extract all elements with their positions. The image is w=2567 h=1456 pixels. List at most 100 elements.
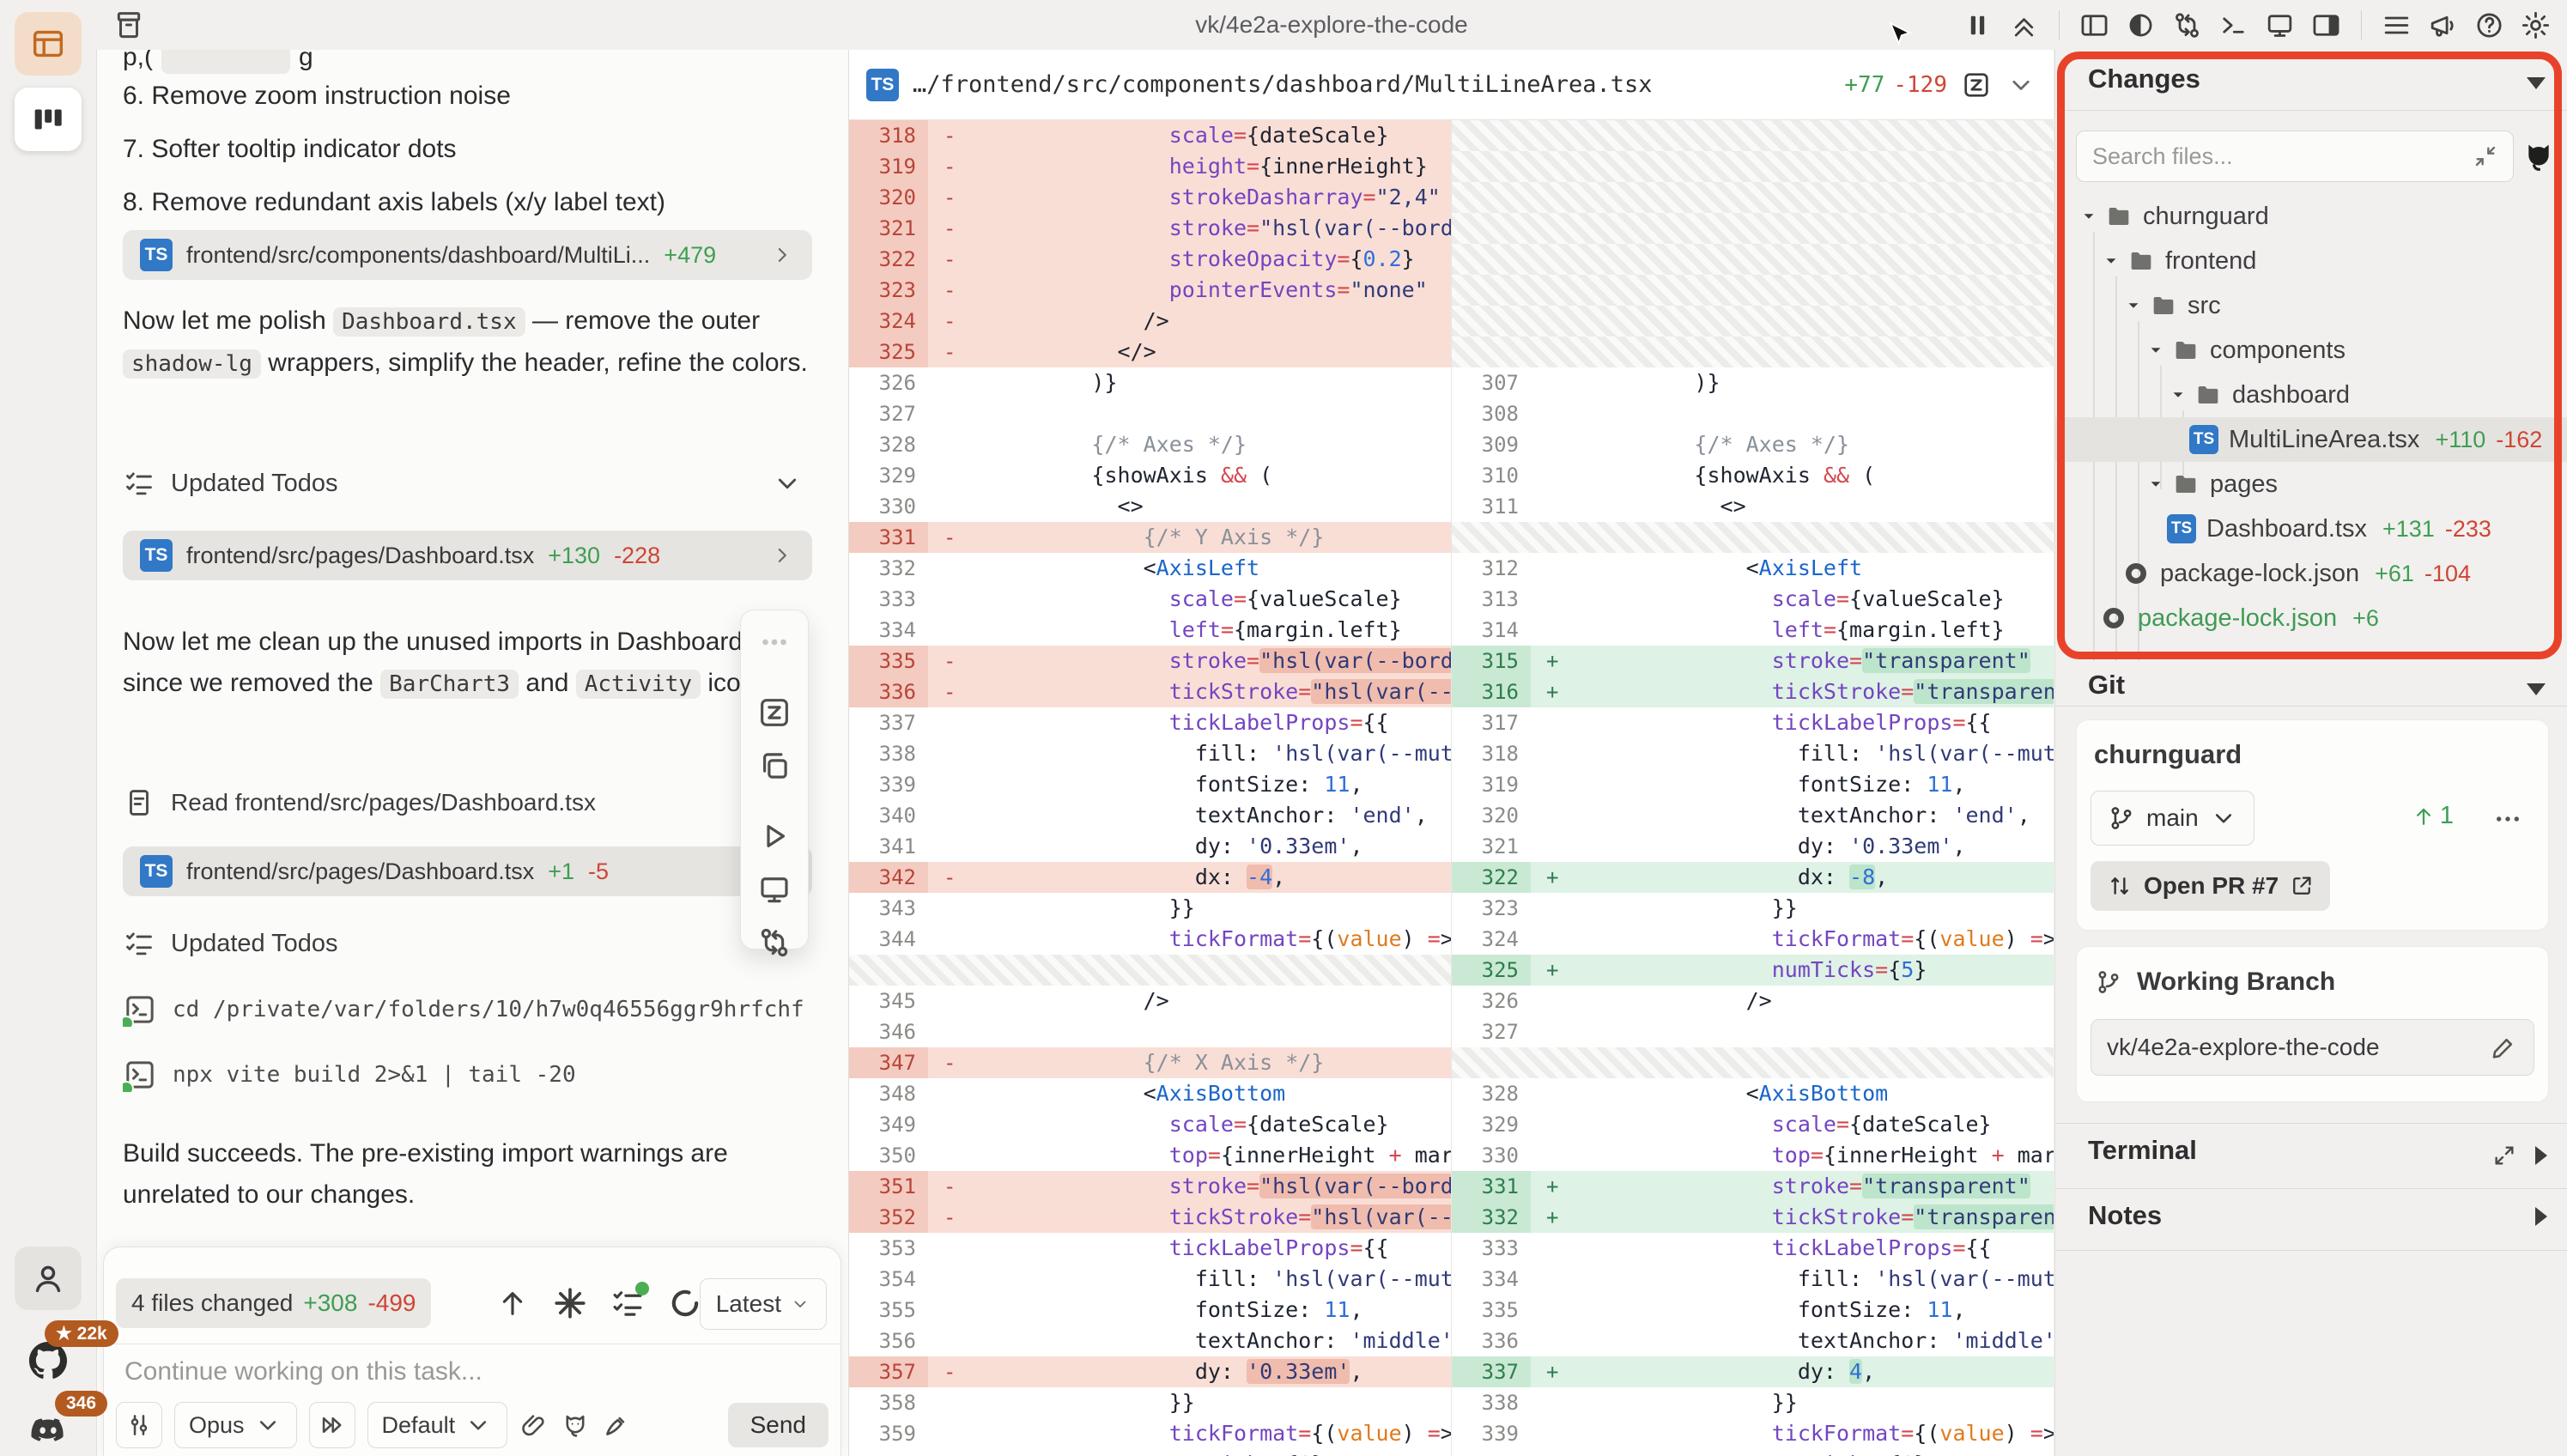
attach-icon[interactable] (519, 1410, 549, 1440)
code-text: {/* Axes */} (988, 429, 1451, 460)
tree-item-churnguard[interactable]: churnguard (2055, 194, 2540, 239)
version-dropdown[interactable]: Latest (700, 1278, 827, 1330)
more-actions-icon[interactable] (2491, 803, 2524, 835)
npm-package-icon (2122, 560, 2150, 587)
tree-caret-icon[interactable] (2167, 384, 2189, 406)
line-number: 319 (1452, 769, 1531, 800)
diff-line: 337 tickLabelProps={{ (849, 707, 1451, 738)
base-branch-dropdown[interactable]: main (2091, 791, 2254, 846)
terminal-icon[interactable] (2218, 9, 2249, 41)
line-number: 324 (849, 306, 928, 337)
pause-icon[interactable] (1962, 9, 1994, 41)
theme-icon[interactable] (2125, 9, 2157, 41)
tree-item-package-lock-json[interactable]: package-lock.json+61-104 (2055, 551, 2540, 596)
model-dropdown[interactable]: Opus (174, 1402, 297, 1448)
spark-icon[interactable] (552, 1285, 588, 1321)
git-compare-icon[interactable] (2171, 9, 2203, 41)
ts-file-icon: TS (2189, 425, 2218, 454)
file-chip-dashboard-2[interactable]: TS frontend/src/pages/Dashboard.tsx +1 -… (123, 846, 812, 896)
file-chip-dashboard-1[interactable]: TS frontend/src/pages/Dashboard.tsx +130… (123, 531, 812, 580)
git-compare-icon[interactable] (756, 925, 792, 961)
line-number: 318 (849, 120, 928, 151)
megaphone-icon[interactable] (2427, 9, 2459, 41)
menu-icon[interactable] (2381, 9, 2412, 41)
tree-caret-icon[interactable] (2145, 339, 2167, 361)
dots-icon[interactable] (756, 624, 792, 660)
file-chip-multilinearea[interactable]: TS frontend/src/components/dashboard/Mul… (123, 230, 812, 280)
tree-item-frontend[interactable]: frontend (2055, 239, 2540, 283)
updated-todos-row[interactable]: Updated Todos (123, 927, 804, 960)
diff-marker (928, 1140, 988, 1171)
diff-hatch-spacer (1451, 213, 2054, 244)
tree-caret-icon[interactable] (2078, 205, 2100, 228)
cat-icon[interactable] (561, 1410, 590, 1440)
scroll-top-icon[interactable] (495, 1285, 531, 1321)
files-changed-pill[interactable]: 4 files changed +308 -499 (116, 1278, 431, 1328)
tree-item-components[interactable]: components (2055, 328, 2540, 373)
settings-icon[interactable] (2520, 9, 2552, 41)
message-input[interactable]: Continue working on this task... (124, 1357, 482, 1386)
line-number: 343 (849, 893, 928, 924)
rail-account-button[interactable] (15, 1247, 82, 1310)
rail-boards-button[interactable] (15, 88, 82, 151)
tree-item-pages[interactable]: pages (2055, 462, 2540, 507)
open-pr-button[interactable]: Open PR #7 (2091, 861, 2330, 911)
monitor-icon[interactable] (756, 871, 792, 907)
expand-triangle-icon[interactable] (2535, 1207, 2547, 1226)
diff-line: 359 tickFormat={(value) => (849, 1418, 1451, 1449)
tree-caret-icon[interactable] (2100, 250, 2122, 272)
tree-item-src[interactable]: src (2055, 283, 2540, 328)
tree-caret-icon[interactable] (2145, 473, 2167, 495)
copy-icon[interactable] (756, 748, 792, 784)
monitor-icon[interactable] (2264, 9, 2296, 41)
tree-item-dashboard-tsx[interactable]: TSDashboard.tsx+131-233 (2055, 507, 2540, 551)
diff-stats: +77-129 (1844, 72, 1947, 98)
tree-caret-icon[interactable] (2122, 294, 2145, 317)
diff-line: 332 <AxisLeft (849, 553, 1451, 584)
todos-status-icon[interactable] (610, 1285, 646, 1321)
pen-icon[interactable] (602, 1410, 631, 1440)
collapse-up-icon[interactable] (2008, 9, 2040, 41)
terminal-command-row[interactable]: npx vite build 2>&1 | tail -20 (123, 1058, 804, 1092)
settings-sliders-button[interactable] (116, 1402, 162, 1448)
chevron-down-icon[interactable] (2006, 70, 2036, 100)
diff-line: 320 textAnchor: 'end', (1451, 800, 2054, 831)
play-icon[interactable] (756, 818, 792, 854)
open-in-editor-icon[interactable] (1961, 70, 1992, 100)
kanban-icon (28, 100, 68, 139)
panel-right-icon[interactable] (2310, 9, 2342, 41)
search-input[interactable] (2091, 143, 2472, 171)
rail-workspace-button[interactable] (15, 12, 82, 76)
help-icon[interactable] (2473, 9, 2505, 41)
diff-marker: + (1531, 1202, 1591, 1233)
diff-row: 319- height={innerHeight} (849, 151, 2054, 182)
collapse-triangle-icon[interactable] (2527, 77, 2546, 89)
read-file-row[interactable]: Read frontend/src/pages/Dashboard.tsx (123, 786, 804, 819)
diff-body[interactable]: 318- scale={dateScale}319- height={inner… (849, 120, 2054, 1456)
diff-line: 345 /> (849, 986, 1451, 1016)
archive-icon[interactable] (112, 8, 146, 42)
collapse-tree-icon[interactable] (2472, 143, 2499, 170)
folder-icon (2172, 470, 2200, 498)
code-text: top={innerHeight + margin.top} (988, 1140, 1451, 1171)
assistant-message: Now let me clean up the unused imports i… (123, 622, 816, 705)
updated-todos-row[interactable]: Updated Todos (123, 467, 804, 500)
terminal-command-row[interactable]: cd /private/var/folders/10/h7w0q46556ggr… (123, 992, 804, 1027)
edit-pencil-icon[interactable] (2489, 1033, 2518, 1062)
tree-item-dashboard[interactable]: dashboard (2055, 373, 2540, 417)
inline-code-chip: Activity (576, 670, 701, 699)
fast-forward-button[interactable] (309, 1402, 355, 1448)
mode-dropdown[interactable]: Default (367, 1402, 508, 1448)
zed-icon[interactable] (756, 695, 792, 731)
send-button[interactable]: Send (728, 1403, 828, 1447)
collapse-triangle-icon[interactable] (2527, 683, 2546, 695)
expand-icon[interactable] (2491, 1142, 2518, 1169)
panel-left-icon[interactable] (2078, 9, 2110, 41)
github-cat-icon[interactable] (2521, 139, 2556, 173)
working-branch-input[interactable]: vk/4e2a-explore-the-code (2091, 1019, 2534, 1076)
code-text: fill: 'hsl(var(--muted-foreground))', (988, 1264, 1451, 1295)
expand-triangle-icon[interactable] (2535, 1146, 2547, 1165)
tree-item-multilinearea-tsx[interactable]: TSMultiLineArea.tsx+110-162 (2055, 417, 2567, 462)
tree-item-package-lock-json[interactable]: package-lock.json+6 (2055, 596, 2540, 640)
diff-row: 349 scale={dateScale}329 scale={dateScal… (849, 1109, 2054, 1140)
